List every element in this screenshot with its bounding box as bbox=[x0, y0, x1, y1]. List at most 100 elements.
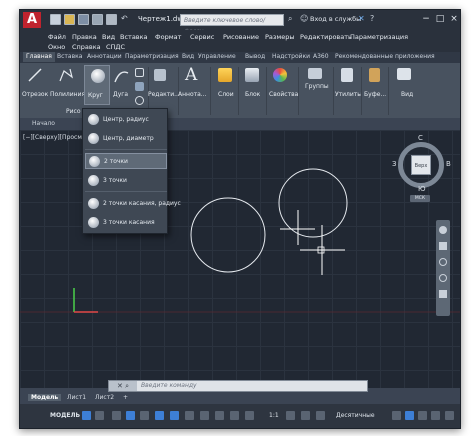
menu-dimension[interactable]: Размеры bbox=[265, 33, 295, 41]
isolate-objects-icon[interactable] bbox=[418, 411, 427, 420]
tab-start[interactable]: Начало bbox=[32, 120, 55, 127]
selection-cycling-icon[interactable] bbox=[215, 411, 224, 420]
ortho-icon[interactable] bbox=[112, 411, 121, 420]
autoscale-icon[interactable] bbox=[245, 411, 254, 420]
isodraft-icon[interactable] bbox=[140, 411, 149, 420]
menu-item-label: 2 точки касания, радиус bbox=[103, 200, 181, 207]
transparency-icon[interactable] bbox=[200, 411, 209, 420]
wcs-menu[interactable]: МСК bbox=[410, 195, 430, 202]
search-input[interactable]: Введите ключевое слово/фразу bbox=[180, 14, 284, 35]
help-icon[interactable]: ? bbox=[370, 14, 374, 23]
compass-north[interactable]: С bbox=[418, 134, 423, 142]
tab-home[interactable]: Главная bbox=[23, 52, 55, 62]
hatch-icon[interactable] bbox=[135, 82, 144, 91]
hardware-acceleration-icon[interactable] bbox=[431, 411, 440, 420]
menu-parametric[interactable]: Параметризация bbox=[350, 33, 408, 41]
minimize-icon[interactable]: − bbox=[420, 13, 432, 25]
menu-item-ttr[interactable]: 2 точки касания, радиус bbox=[85, 196, 181, 212]
menu-item-2-points[interactable]: 2 точки bbox=[85, 153, 167, 169]
separator bbox=[238, 67, 239, 115]
ellipse-icon[interactable] bbox=[135, 96, 144, 105]
plus-icon[interactable] bbox=[301, 411, 310, 420]
menu-view[interactable]: Вид bbox=[102, 33, 115, 41]
model-space-button[interactable]: МОДЕЛЬ bbox=[50, 412, 80, 419]
user-icon[interactable]: ☺ bbox=[300, 14, 308, 23]
quick-properties-icon[interactable] bbox=[392, 411, 401, 420]
undo-icon[interactable]: ↶ bbox=[121, 14, 128, 23]
menu-format[interactable]: Формат bbox=[155, 33, 181, 41]
menu-insert[interactable]: Вставка bbox=[120, 33, 148, 41]
lineweight-icon[interactable] bbox=[185, 411, 194, 420]
tab-a360[interactable]: A360 bbox=[313, 53, 329, 60]
grid-icon[interactable] bbox=[82, 411, 91, 420]
compass-east[interactable]: В bbox=[446, 160, 451, 168]
tab-layout2[interactable]: Лист2 bbox=[92, 394, 117, 401]
menu-item-3-points[interactable]: 3 точки bbox=[85, 173, 167, 189]
tab-manage[interactable]: Управление bbox=[198, 53, 236, 60]
menu-edit[interactable]: Правка bbox=[72, 33, 97, 41]
tab-layout1[interactable]: Лист1 bbox=[64, 394, 89, 401]
open-icon[interactable] bbox=[64, 14, 75, 25]
maximize-icon[interactable]: □ bbox=[434, 13, 446, 25]
save-icon[interactable] bbox=[78, 14, 89, 25]
menu-window[interactable]: Окно bbox=[48, 43, 65, 51]
osnap-icon[interactable] bbox=[170, 411, 179, 420]
close-icon[interactable]: × bbox=[448, 13, 460, 25]
exchange-icon[interactable]: ✕ bbox=[358, 14, 365, 23]
orbit-icon[interactable] bbox=[439, 274, 447, 282]
search-icon[interactable]: ⌕ bbox=[288, 14, 292, 24]
annotation-scale[interactable]: 1:1 bbox=[269, 412, 279, 419]
annotation-visibility-icon[interactable] bbox=[230, 411, 239, 420]
tab-addins[interactable]: Надстройки bbox=[272, 53, 310, 60]
menu-item-center-diameter[interactable]: Центр, диаметр bbox=[85, 131, 167, 147]
menu-item-ttt[interactable]: 3 точки касания bbox=[85, 215, 167, 231]
sign-in-link[interactable]: Вход в службы bbox=[310, 15, 361, 23]
tab-insert[interactable]: Вставка bbox=[57, 53, 82, 60]
tab-output[interactable]: Вывод bbox=[245, 53, 265, 60]
steeringwheel-icon[interactable] bbox=[439, 226, 447, 234]
print-icon[interactable] bbox=[106, 14, 117, 25]
line-label: Отрезок bbox=[22, 91, 49, 98]
showmotion-icon[interactable] bbox=[439, 290, 447, 298]
command-input[interactable]: Введите команду bbox=[141, 382, 197, 389]
app-menu-button[interactable]: A bbox=[23, 12, 41, 28]
block-icon bbox=[245, 68, 259, 82]
pan-icon[interactable] bbox=[439, 242, 447, 250]
circle-right[interactable] bbox=[278, 168, 348, 238]
menu-draw[interactable]: Рисование bbox=[223, 33, 259, 41]
command-line-close-icon[interactable]: ✕ ⌕ bbox=[109, 381, 137, 391]
zoom-icon[interactable] bbox=[439, 258, 447, 266]
annotation-monitor-icon[interactable] bbox=[316, 411, 325, 420]
otrack-icon[interactable] bbox=[155, 411, 164, 420]
tab-featured-apps[interactable]: Рекомендованные приложения bbox=[335, 53, 435, 60]
draw-panel-label[interactable]: Рисо bbox=[66, 108, 81, 115]
rectangle-icon[interactable] bbox=[135, 68, 144, 77]
new-icon[interactable] bbox=[50, 14, 61, 25]
tab-add-layout[interactable]: + bbox=[120, 394, 131, 401]
menu-item-center-radius[interactable]: Центр, радиус bbox=[85, 112, 167, 128]
lock-ui-icon[interactable] bbox=[405, 411, 414, 420]
navigation-bar[interactable] bbox=[436, 220, 450, 316]
workspace-icon[interactable] bbox=[286, 411, 295, 420]
circle-button[interactable]: Круг bbox=[84, 65, 110, 105]
tab-parametric[interactable]: Параметризация bbox=[125, 53, 179, 60]
title-bar: A ↶ Чертеж1.dwg Введите ключевое слово/ф… bbox=[20, 10, 460, 35]
compass-west[interactable]: З bbox=[392, 160, 397, 168]
tab-annotate[interactable]: Аннотации bbox=[87, 53, 122, 60]
save-as-icon[interactable] bbox=[92, 14, 103, 25]
tab-model[interactable]: Модель bbox=[28, 394, 62, 401]
menu-modify[interactable]: Редактировать bbox=[300, 33, 352, 41]
circle-left[interactable] bbox=[190, 197, 266, 273]
viewcube-face[interactable]: Верх bbox=[411, 155, 431, 175]
command-line[interactable]: ✕ ⌕ Введите команду bbox=[108, 380, 368, 392]
tab-view[interactable]: Вид bbox=[182, 53, 194, 60]
units-selector[interactable]: Десятичные bbox=[336, 412, 375, 419]
menu-help[interactable]: Справка bbox=[72, 43, 101, 51]
customization-icon[interactable] bbox=[445, 411, 454, 420]
polar-icon[interactable] bbox=[126, 411, 135, 420]
snap-icon[interactable] bbox=[95, 411, 104, 420]
menu-file[interactable]: Файл bbox=[48, 33, 66, 41]
compass-south[interactable]: Ю bbox=[418, 185, 426, 193]
menu-tools[interactable]: Сервис bbox=[190, 33, 214, 41]
menu-spds[interactable]: СПДС bbox=[106, 43, 125, 51]
